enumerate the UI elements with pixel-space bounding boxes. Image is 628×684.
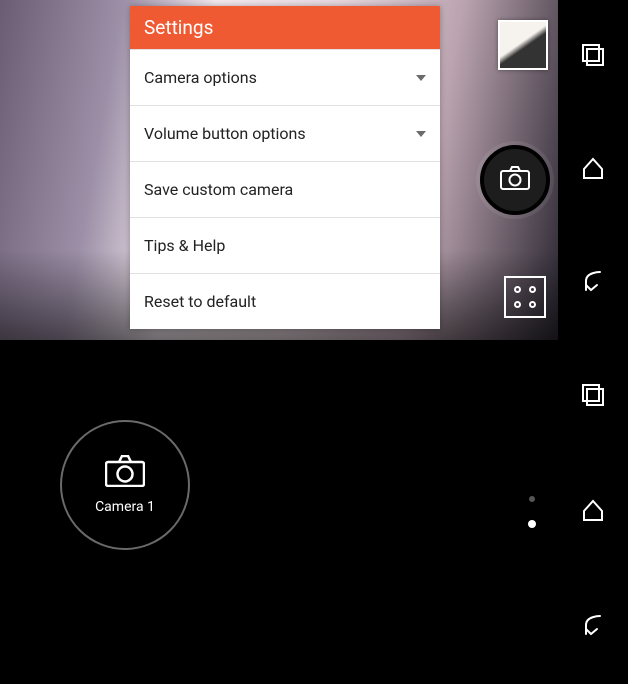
settings-item-label: Camera options (144, 68, 257, 87)
mode-menu-button[interactable] (504, 276, 546, 318)
page-dot-active (528, 520, 536, 528)
camera-icon (105, 455, 145, 491)
home-icon[interactable] (580, 155, 606, 185)
recent-apps-icon[interactable] (580, 42, 606, 72)
settings-panel: Settings Camera options Volume button op… (130, 6, 440, 329)
shutter-button[interactable] (480, 145, 550, 215)
camera-icon (500, 166, 530, 194)
chevron-down-icon (416, 131, 426, 137)
page-indicator (528, 496, 536, 528)
back-icon[interactable] (580, 612, 606, 642)
settings-item-label: Save custom camera (144, 180, 293, 199)
back-icon[interactable] (580, 268, 606, 298)
screenshot-bottom: Camera 1 (0, 340, 628, 684)
settings-item-label: Volume button options (144, 124, 306, 143)
android-navbar (558, 0, 628, 340)
gallery-thumbnail[interactable] (498, 20, 548, 70)
camera-mode-button[interactable]: Camera 1 (60, 420, 190, 550)
chevron-down-icon (416, 75, 426, 81)
settings-item-volume-button[interactable]: Volume button options (130, 105, 440, 161)
settings-item-save-custom[interactable]: Save custom camera (130, 161, 440, 217)
recent-apps-icon[interactable] (580, 382, 606, 412)
settings-item-label: Tips & Help (144, 236, 225, 255)
settings-item-label: Reset to default (144, 292, 256, 311)
settings-item-tips-help[interactable]: Tips & Help (130, 217, 440, 273)
grid-icon (514, 286, 536, 308)
home-icon[interactable] (580, 497, 606, 527)
screenshot-top: Settings Camera options Volume button op… (0, 0, 628, 340)
page-dot (529, 496, 535, 502)
settings-item-reset[interactable]: Reset to default (130, 273, 440, 329)
android-navbar (558, 340, 628, 684)
camera-mode-label: Camera 1 (95, 499, 155, 515)
settings-item-camera-options[interactable]: Camera options (130, 49, 440, 105)
settings-title: Settings (130, 6, 440, 49)
